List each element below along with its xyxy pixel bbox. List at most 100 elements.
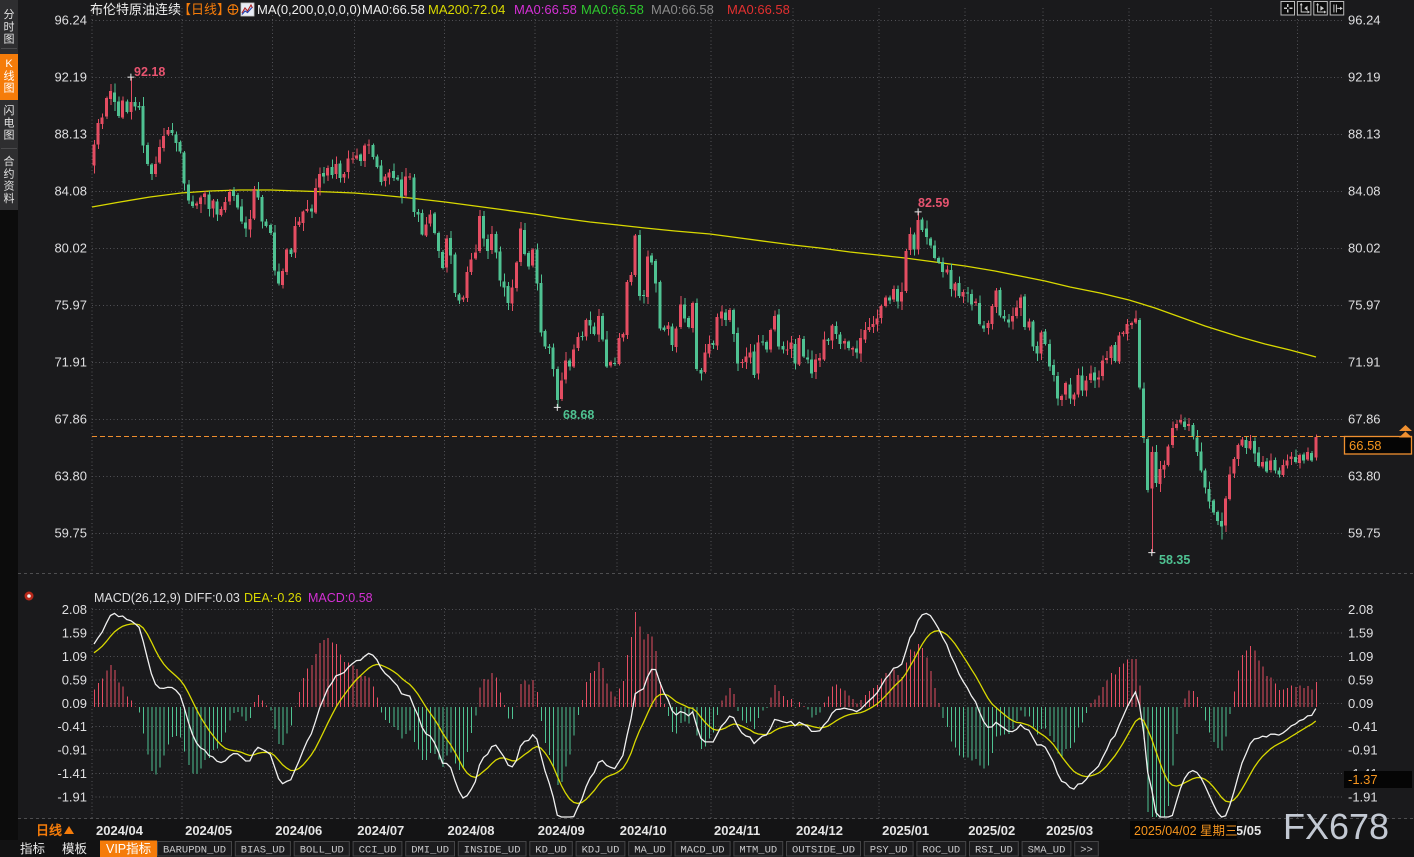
svg-text:BOLL_UD: BOLL_UD xyxy=(300,845,344,857)
svg-text:图: 图 xyxy=(4,129,15,142)
svg-text:2025/01: 2025/01 xyxy=(882,823,929,838)
svg-text:SMA_UD: SMA_UD xyxy=(1028,845,1066,857)
svg-text:指标: 指标 xyxy=(20,841,45,856)
svg-text:0.09: 0.09 xyxy=(62,696,87,711)
svg-text:68.68: 68.68 xyxy=(563,408,594,422)
svg-text:71.91: 71.91 xyxy=(54,355,87,370)
svg-text:资: 资 xyxy=(4,180,15,193)
svg-text:MACD(26,12,9) DIFF:0.03: MACD(26,12,9) DIFF:0.03 xyxy=(94,591,240,605)
svg-text:2024/04: 2024/04 xyxy=(96,823,144,838)
svg-text:合: 合 xyxy=(4,154,15,168)
svg-text:80.02: 80.02 xyxy=(54,241,87,256)
svg-text:1.59: 1.59 xyxy=(1348,626,1373,641)
svg-text:-1.91: -1.91 xyxy=(1348,789,1378,804)
svg-text:MA0:66.58: MA0:66.58 xyxy=(362,2,425,17)
svg-text:-1.41: -1.41 xyxy=(57,766,87,781)
svg-text:-0.91: -0.91 xyxy=(1348,743,1378,758)
svg-text:88.13: 88.13 xyxy=(1348,127,1381,142)
svg-text:CCI_UD: CCI_UD xyxy=(359,845,397,857)
svg-text:图: 图 xyxy=(4,82,15,95)
svg-text:日线: 日线 xyxy=(36,823,62,838)
svg-text:96.24: 96.24 xyxy=(1348,13,1381,28)
svg-text:DMI_UD: DMI_UD xyxy=(411,845,449,857)
svg-text:80.02: 80.02 xyxy=(1348,241,1381,256)
svg-text:67.86: 67.86 xyxy=(1348,412,1381,427)
svg-text:模板: 模板 xyxy=(62,842,88,856)
svg-text:-0.41: -0.41 xyxy=(1348,719,1378,734)
svg-text:0.59: 0.59 xyxy=(1348,672,1373,687)
svg-text:88.13: 88.13 xyxy=(54,127,87,142)
svg-text:84.08: 84.08 xyxy=(1348,184,1381,199)
svg-text:2024/12: 2024/12 xyxy=(796,823,843,838)
svg-text:67.86: 67.86 xyxy=(54,412,87,427)
svg-text:59.75: 59.75 xyxy=(1348,526,1381,541)
svg-text:-0.91: -0.91 xyxy=(57,743,87,758)
svg-text:BIAS_UD: BIAS_UD xyxy=(241,845,285,857)
svg-text:82.59: 82.59 xyxy=(918,196,949,210)
svg-text:92.19: 92.19 xyxy=(1348,70,1381,85)
svg-text:2025/04/02 星期三: 2025/04/02 星期三 xyxy=(1134,824,1238,838)
svg-text:-0.41: -0.41 xyxy=(57,719,87,734)
svg-text:1.09: 1.09 xyxy=(62,649,87,664)
svg-text:闪: 闪 xyxy=(4,103,15,117)
svg-text:KD_UD: KD_UD xyxy=(535,845,567,857)
svg-text:59.75: 59.75 xyxy=(54,526,87,541)
svg-text:2024/10: 2024/10 xyxy=(620,823,667,838)
svg-text:【日线】: 【日线】 xyxy=(178,2,230,17)
svg-text:VIP指标: VIP指标 xyxy=(106,841,151,856)
svg-text:2.08: 2.08 xyxy=(62,602,87,617)
svg-text:2024/06: 2024/06 xyxy=(275,823,322,838)
svg-text:PSY_UD: PSY_UD xyxy=(870,845,908,857)
svg-text:约: 约 xyxy=(4,167,15,180)
svg-text:2025/03: 2025/03 xyxy=(1046,823,1093,838)
svg-text:63.80: 63.80 xyxy=(1348,469,1381,484)
svg-text:0.09: 0.09 xyxy=(1348,696,1373,711)
svg-text:58.35: 58.35 xyxy=(1159,553,1190,567)
svg-text:MA0:66.58: MA0:66.58 xyxy=(581,2,644,17)
svg-text:MA(0,200,0,0,0,0): MA(0,200,0,0,0,0) xyxy=(257,2,361,17)
svg-text:OUTSIDE_UD: OUTSIDE_UD xyxy=(792,845,855,857)
svg-text:2024/09: 2024/09 xyxy=(538,823,585,838)
svg-text:2024/11: 2024/11 xyxy=(714,823,760,838)
svg-text:MA0:66.58: MA0:66.58 xyxy=(727,2,790,17)
svg-text:ROC_UD: ROC_UD xyxy=(922,845,960,857)
svg-text:96.24: 96.24 xyxy=(54,13,87,28)
svg-text:84.08: 84.08 xyxy=(54,184,87,199)
svg-text:2.08: 2.08 xyxy=(1348,602,1373,617)
svg-text:MA0:66.58: MA0:66.58 xyxy=(651,2,714,17)
svg-text:2024/07: 2024/07 xyxy=(357,823,404,838)
svg-text:时: 时 xyxy=(4,20,15,33)
svg-text:K: K xyxy=(5,58,13,70)
svg-text:MTM_UD: MTM_UD xyxy=(739,845,777,857)
svg-text:INSIDE_UD: INSIDE_UD xyxy=(464,845,521,857)
svg-text:71.91: 71.91 xyxy=(1348,355,1381,370)
svg-text:66.58: 66.58 xyxy=(1349,438,1382,453)
svg-text:0.59: 0.59 xyxy=(62,672,87,687)
svg-text:MACD:0.58: MACD:0.58 xyxy=(308,591,373,605)
svg-text:线: 线 xyxy=(4,68,15,82)
svg-text:2024/08: 2024/08 xyxy=(448,823,495,838)
svg-text:MA200:72.04: MA200:72.04 xyxy=(428,2,505,17)
svg-text:MA_UD: MA_UD xyxy=(634,845,666,857)
svg-text:KDJ_UD: KDJ_UD xyxy=(582,845,620,857)
svg-text:2025/02: 2025/02 xyxy=(968,823,1015,838)
svg-text:BARUPDN_UD: BARUPDN_UD xyxy=(163,845,226,857)
svg-text:分: 分 xyxy=(4,8,15,21)
svg-text:1.59: 1.59 xyxy=(62,626,87,641)
svg-text:-1.37: -1.37 xyxy=(1348,772,1378,787)
svg-text:75.97: 75.97 xyxy=(54,298,87,313)
svg-text:2024/05: 2024/05 xyxy=(185,823,232,838)
svg-text:RSI_UD: RSI_UD xyxy=(975,845,1013,857)
svg-text:75.97: 75.97 xyxy=(1348,298,1381,313)
svg-text:MACD_UD: MACD_UD xyxy=(681,845,725,857)
svg-text:92.18: 92.18 xyxy=(134,65,165,79)
svg-text:MA0:66.58: MA0:66.58 xyxy=(514,2,577,17)
svg-text:DEA:-0.26: DEA:-0.26 xyxy=(244,591,302,605)
svg-text:电: 电 xyxy=(4,116,15,129)
svg-text:图: 图 xyxy=(4,33,15,46)
svg-text:布伦特原油连续: 布伦特原油连续 xyxy=(90,2,181,17)
svg-text:料: 料 xyxy=(4,191,15,205)
svg-text:63.80: 63.80 xyxy=(54,469,87,484)
svg-text:>>: >> xyxy=(1080,845,1093,857)
svg-text:-1.91: -1.91 xyxy=(57,789,87,804)
